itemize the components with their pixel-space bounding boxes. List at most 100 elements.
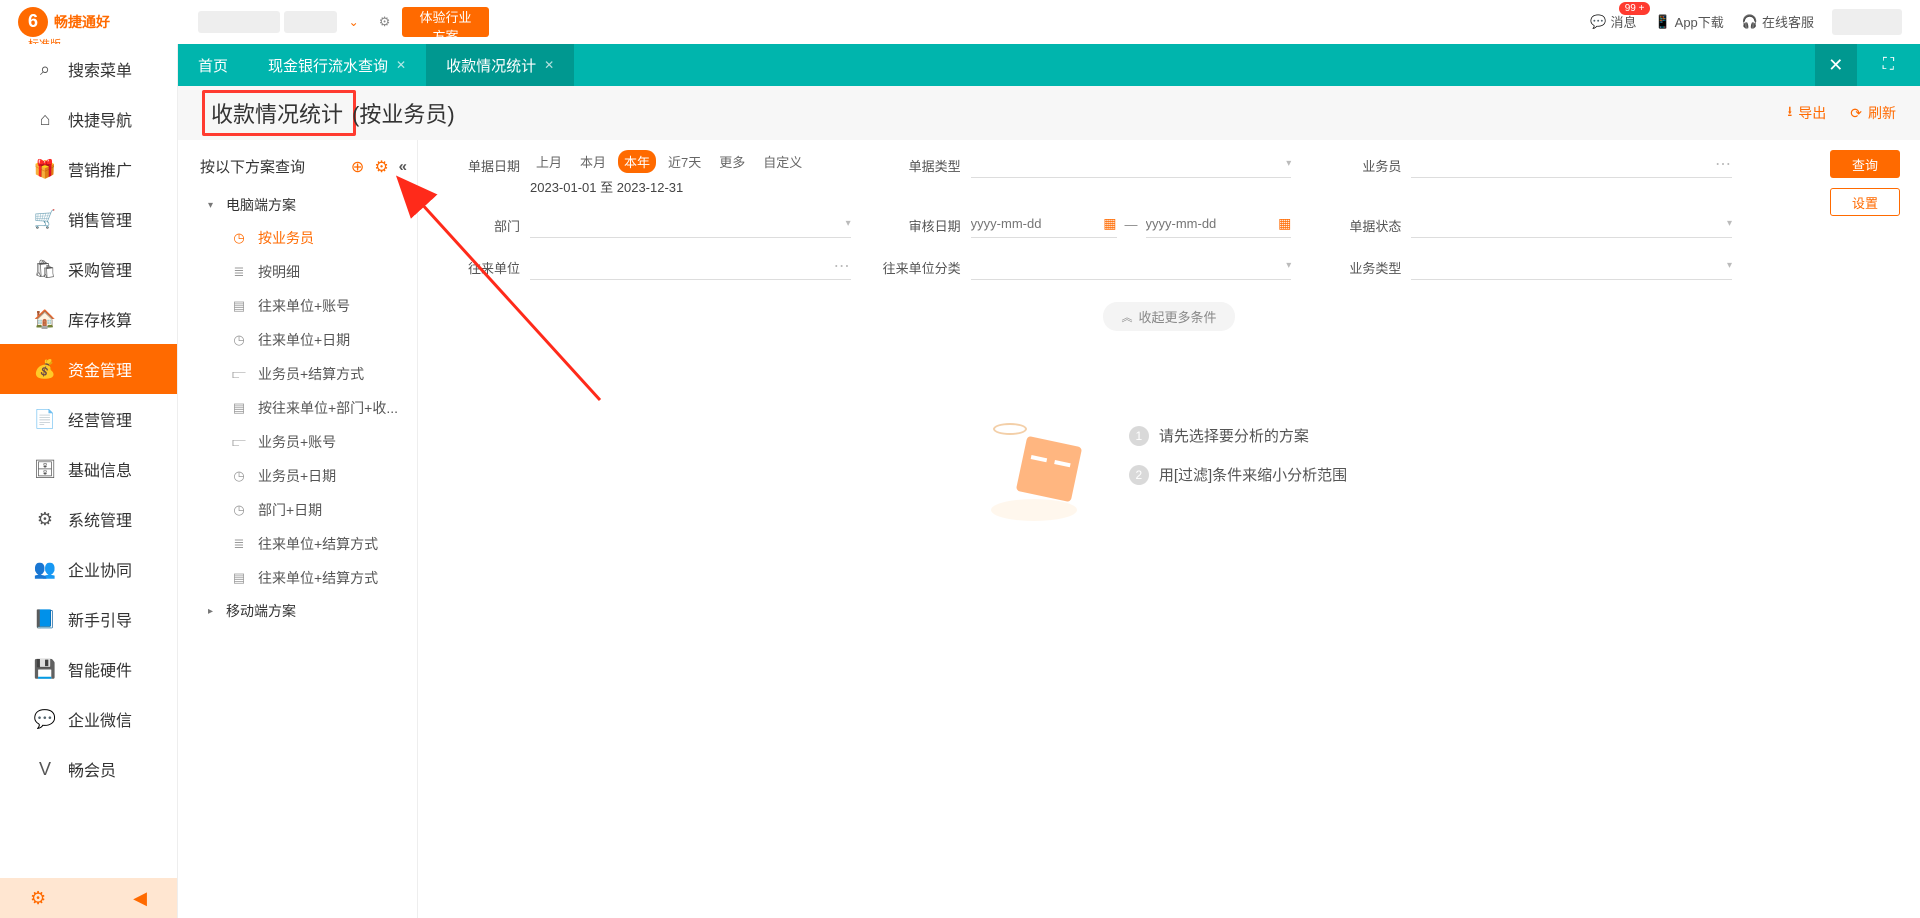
date-range-option[interactable]: 自定义 (757, 150, 808, 173)
nav-item[interactable]: 💾智能硬件 (0, 644, 177, 694)
user-avatar-obscured[interactable] (1832, 9, 1902, 35)
audit-date-label: 审核日期 (879, 210, 971, 235)
messages-button[interactable]: 💬 消息 99 + (1590, 12, 1636, 31)
nav-item[interactable]: 🏠库存核算 (0, 294, 177, 344)
date-range-option[interactable]: 更多 (713, 150, 751, 173)
nav-item[interactable]: 💰资金管理 (0, 344, 177, 394)
nav-item[interactable]: 🗄基础信息 (0, 444, 177, 494)
partner-cat-select[interactable]: ▾ (971, 252, 1292, 280)
date-range-option[interactable]: 近7天 (662, 150, 707, 173)
date-range-display: 2023-01-01 至 2023-12-31 (530, 177, 851, 196)
nav-item[interactable]: 📘新手引导 (0, 594, 177, 644)
dept-select[interactable]: ▾ (530, 210, 851, 238)
support-button[interactable]: 🎧 在线客服 (1742, 12, 1814, 31)
app-download-button[interactable]: 📱 App下载 (1654, 12, 1723, 31)
nav-item[interactable]: V畅会员 (0, 744, 177, 794)
scheme-node[interactable]: ⫍业务员+结算方式 (194, 357, 413, 391)
collapse-filters-button[interactable]: ︽ 收起更多条件 (1103, 302, 1234, 331)
query-button[interactable]: 查询 (1830, 150, 1900, 178)
dept-label: 部门 (438, 210, 530, 235)
scheme-node-icon: ▤ (230, 570, 248, 586)
nav-item[interactable]: ⌂快捷导航 (0, 94, 177, 144)
scheme-node-label: 按业务员 (258, 228, 314, 248)
support-label: 在线客服 (1762, 12, 1814, 31)
tab-close-icon[interactable]: ✕ (544, 58, 554, 72)
scheme-node-icon: ◷ (230, 502, 248, 518)
nav-item-icon: 💰 (34, 359, 56, 380)
nav-item[interactable]: ⌕搜索菜单 (0, 44, 177, 94)
settings-button[interactable]: 设置 (1830, 188, 1900, 216)
nav-item[interactable]: 💬企业微信 (0, 694, 177, 744)
scheme-node[interactable]: ⫍业务员+账号 (194, 425, 413, 459)
nav-item-label: 智能硬件 (68, 657, 132, 681)
scheme-node[interactable]: ◷按业务员 (194, 221, 413, 255)
scheme-node-icon: ◷ (230, 468, 248, 484)
export-icon: ⭳ (1787, 101, 1792, 125)
tab[interactable]: 收款情况统计✕ (426, 44, 574, 86)
doc-status-select[interactable]: ▾ (1411, 210, 1732, 238)
date-range-option[interactable]: 本月 (574, 150, 612, 173)
nav-item[interactable]: ⚙系统管理 (0, 494, 177, 544)
chevron-up-icon: ︽ (1121, 309, 1132, 325)
field-dept: 部门 ▾ (438, 210, 851, 238)
partner-select[interactable]: ⋯ (530, 252, 851, 280)
scheme-add-icon[interactable]: ⊕ (351, 157, 364, 177)
calendar-icon[interactable]: ▦ (1278, 215, 1291, 232)
scheme-group[interactable]: ▾电脑端方案 (194, 189, 413, 221)
field-salesman: 业务员 ⋯ (1319, 150, 1732, 178)
nav-item-icon: 💬 (34, 709, 56, 730)
step-2: 2用[过滤]条件来缩小分析范围 (1129, 464, 1347, 485)
tab-close-icon[interactable]: ✕ (396, 58, 406, 72)
doc-type-select[interactable]: ▾ (971, 150, 1292, 178)
nav-settings-icon[interactable]: ⚙ (30, 888, 46, 909)
tab[interactable]: 首页 (178, 44, 248, 86)
scheme-node[interactable]: ◷业务员+日期 (194, 459, 413, 493)
scheme-node[interactable]: ≣按明细 (194, 255, 413, 289)
message-icon: 💬 (1590, 14, 1606, 30)
scheme-node-label: 往来单位+日期 (258, 330, 350, 350)
step-1: 1请先选择要分析的方案 (1129, 425, 1347, 446)
scheme-node[interactable]: ▤往来单位+账号 (194, 289, 413, 323)
field-doc-status: 单据状态 ▾ (1319, 210, 1732, 238)
nav-item[interactable]: 🎁营销推广 (0, 144, 177, 194)
doc-type-label: 单据类型 (879, 150, 971, 175)
salesman-select[interactable]: ⋯ (1411, 150, 1732, 178)
field-biz-type: 业务类型 ▾ (1319, 252, 1732, 280)
scheme-node[interactable]: ▤按往来单位+部门+收... (194, 391, 413, 425)
nav-item[interactable]: 👥企业协同 (0, 544, 177, 594)
biz-type-select[interactable]: ▾ (1411, 252, 1732, 280)
tab-close-button[interactable]: ✕ (1815, 44, 1857, 86)
tab[interactable]: 现金银行流水查询✕ (248, 44, 426, 86)
header-right: 💬 消息 99 + 📱 App下载 🎧 在线客服 (1590, 9, 1902, 35)
doc-date-label: 单据日期 (438, 150, 530, 175)
scheme-node[interactable]: ◷往来单位+日期 (194, 323, 413, 357)
audit-date-from-input[interactable] (971, 216, 1104, 231)
scheme-group-label: 电脑端方案 (226, 195, 296, 215)
scheme-collapse-icon[interactable]: « (399, 158, 407, 175)
logo-mark: 6 (18, 7, 48, 37)
fullscreen-icon[interactable]: ⛶ (1873, 56, 1904, 74)
scheme-group[interactable]: ▸移动端方案 (194, 595, 413, 627)
org-name-obscured (198, 11, 280, 33)
scheme-node[interactable]: ≣往来单位+结算方式 (194, 527, 413, 561)
org-dropdown-icon[interactable]: ⌄ (341, 15, 367, 29)
org-settings-icon[interactable]: ⚙ (371, 14, 399, 30)
scheme-group-label: 移动端方案 (226, 601, 296, 621)
scheme-node[interactable]: ◷部门+日期 (194, 493, 413, 527)
date-range-option[interactable]: 上月 (530, 150, 568, 173)
nav-bottom-bar: ⚙ ◀ (0, 878, 177, 918)
scheme-node-icon: ≣ (230, 536, 248, 552)
date-range-option[interactable]: 本年 (618, 150, 656, 173)
scheme-node[interactable]: ▤往来单位+结算方式 (194, 561, 413, 595)
nav-item[interactable]: 🛒销售管理 (0, 194, 177, 244)
calendar-icon[interactable]: ▦ (1103, 215, 1116, 232)
nav-item[interactable]: 🛍采购管理 (0, 244, 177, 294)
scheme-node-icon: ▤ (230, 400, 248, 416)
refresh-button[interactable]: ⟳ 刷新 (1850, 103, 1896, 123)
nav-collapse-icon[interactable]: ◀ (133, 888, 147, 909)
scheme-settings-icon[interactable]: ⚙ (374, 157, 388, 177)
nav-item[interactable]: 📄经营管理 (0, 394, 177, 444)
try-solution-button[interactable]: 体验行业方案 (402, 7, 488, 37)
export-button[interactable]: ⭳ 导出 (1787, 101, 1826, 125)
audit-date-to-input[interactable] (1146, 216, 1279, 231)
